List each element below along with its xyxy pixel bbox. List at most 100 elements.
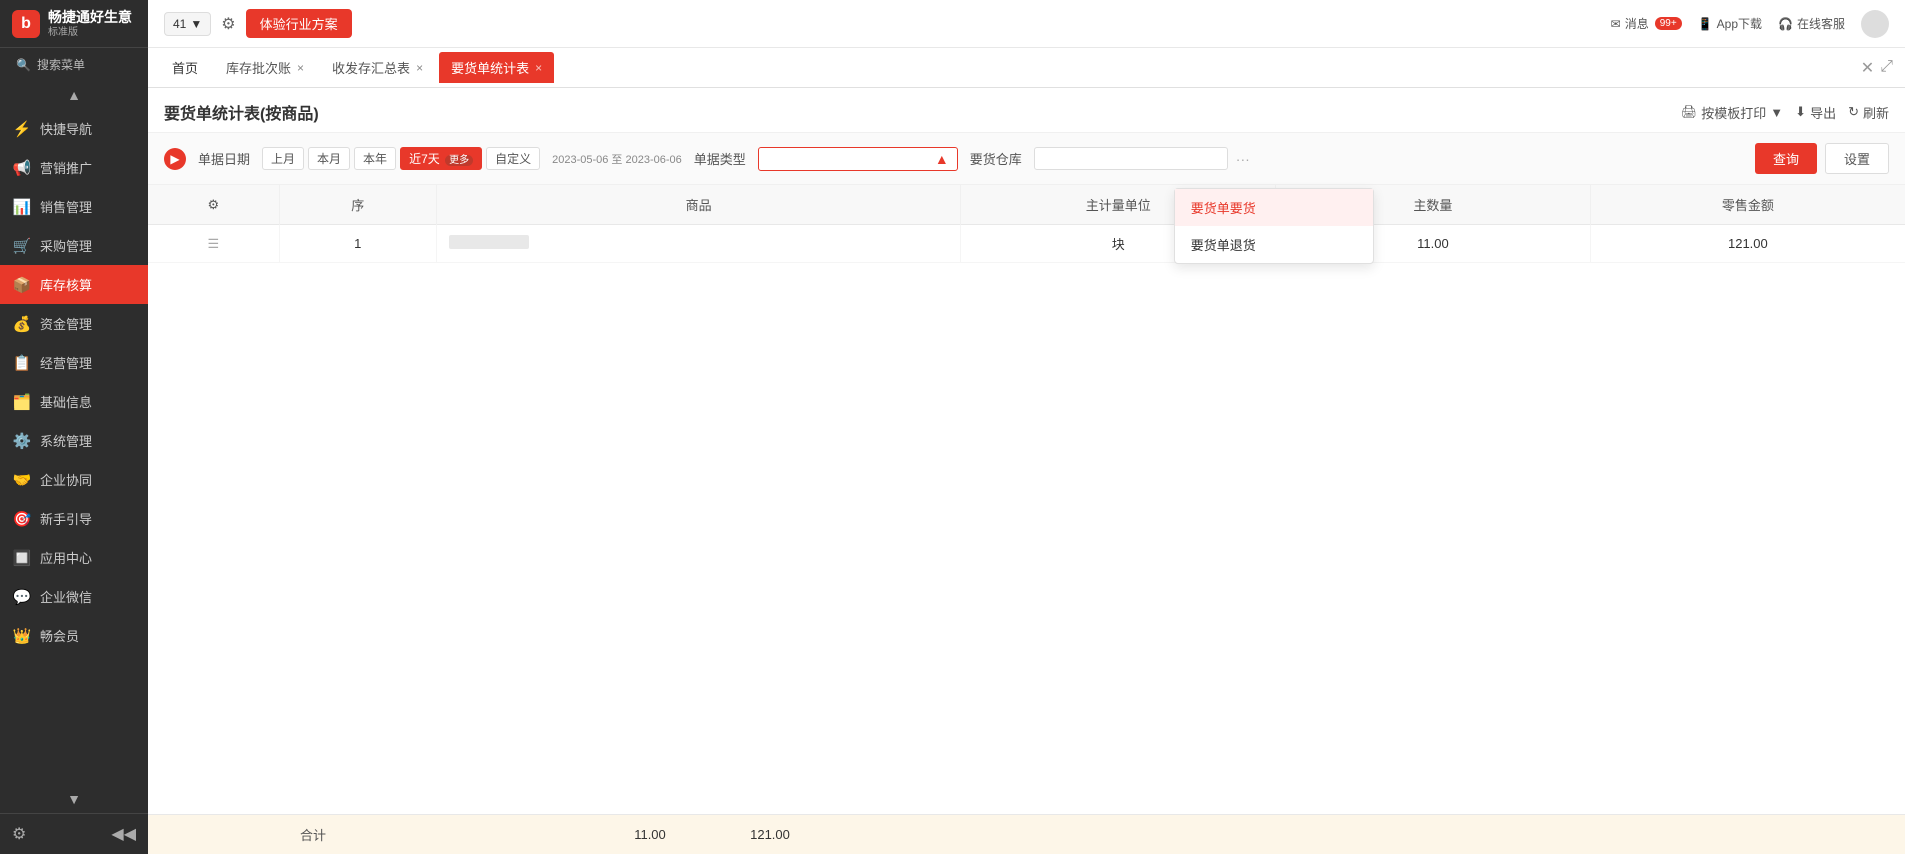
col-header-settings[interactable]: ⚙ <box>148 185 279 225</box>
scroll-up-button[interactable]: ▲ <box>63 83 85 107</box>
topbar: 41 ▼ ⚙ 体验行业方案 ✉ 消息 99+ 📱 App下载 🎧 在线客服 <box>148 0 1905 48</box>
online-service-label: 在线客服 <box>1797 15 1845 32</box>
settings-footer-icon[interactable]: ⚙ <box>12 824 26 844</box>
page-header: 要货单统计表(按商品) 🖨 按模板打印 ▼ ⬇ 导出 ↻ 刷新 <box>148 88 1905 133</box>
sidebar-item-finance[interactable]: 💰 资金管理 <box>0 304 148 343</box>
print-button[interactable]: 🖨 按模板打印 ▼ <box>1681 103 1783 122</box>
query-button[interactable]: 查询 <box>1755 143 1817 174</box>
sidebar-scroll-down[interactable]: ▼ <box>0 785 148 813</box>
print-chevron: ▼ <box>1770 105 1783 120</box>
sidebar-item-label: 应用中心 <box>40 548 136 567</box>
messages-button[interactable]: ✉ 消息 99+ <box>1611 15 1682 32</box>
warehouse-input[interactable] <box>1034 147 1228 170</box>
cell-settings[interactable]: ☰ <box>148 225 279 263</box>
logo-sub-text: 标准版 <box>48 26 132 39</box>
close-all-icon[interactable]: ✕ <box>1861 58 1874 78</box>
sidebar-item-label: 营销推广 <box>40 158 136 177</box>
export-label: 导出 <box>1810 103 1836 122</box>
dropdown-item-requisition[interactable]: 要货单要货 <box>1175 189 1373 226</box>
tab-summary-label: 收发存汇总表 <box>332 58 410 77</box>
sidebar-search[interactable]: 🔍 搜索菜单 <box>0 48 148 81</box>
sidebar-scroll-up[interactable]: ▲ <box>0 81 148 109</box>
export-button[interactable]: ⬇ 导出 <box>1795 103 1836 122</box>
sidebar-item-purchase[interactable]: 🛒 采购管理 <box>0 226 148 265</box>
cell-amount: 121.00 <box>1590 225 1905 263</box>
more-badge: 更多 <box>445 155 473 166</box>
filter-actions: 查询 设置 <box>1755 143 1889 174</box>
sidebar-item-marketing[interactable]: 📢 营销推广 <box>0 148 148 187</box>
date-filter-label: 单据日期 <box>198 149 250 168</box>
enterprise-icon: 🤝 <box>12 471 32 489</box>
date-range-text: 2023-05-06 至 2023-06-06 <box>552 151 682 167</box>
sidebar-item-member[interactable]: 👑 畅会员 <box>0 616 148 655</box>
sidebar-item-enterprise[interactable]: 🤝 企业协同 <box>0 460 148 499</box>
refresh-icon: ↻ <box>1848 104 1859 120</box>
date-this-year[interactable]: 本年 <box>354 147 396 170</box>
tab-batch-close[interactable]: × <box>297 61 304 75</box>
sidebar-item-operation[interactable]: 📋 经营管理 <box>0 343 148 382</box>
messages-label: 消息 <box>1625 15 1649 32</box>
scroll-down-button[interactable]: ▼ <box>63 787 85 811</box>
footer-total-qty: 11.00 <box>590 827 710 842</box>
sidebar-nav: ⚡ 快捷导航 📢 营销推广 📊 销售管理 🛒 采购管理 📦 库存核算 💰 资金管… <box>0 109 148 785</box>
sidebar-item-label: 资金管理 <box>40 314 136 333</box>
cell-seq: 1 <box>279 225 436 263</box>
type-filter-select[interactable]: ​ ▲ 要货单要货 要货单退货 <box>758 147 958 171</box>
tabbar-controls: ✕ ⤢ <box>1861 58 1893 78</box>
logo-icon: b <box>12 10 40 38</box>
sidebar-footer: ⚙ ◀◀ <box>0 813 148 854</box>
sidebar-item-sales[interactable]: 📊 销售管理 <box>0 187 148 226</box>
last7days-label: 近7天 <box>409 152 440 166</box>
topbar-settings-icon[interactable]: ⚙ <box>221 14 235 34</box>
export-icon: ⬇ <box>1795 104 1806 120</box>
sidebar-item-guide[interactable]: 🎯 新手引导 <box>0 499 148 538</box>
more-options-icon[interactable]: ··· <box>1236 151 1250 167</box>
expand-arrow-icon: ▶ <box>170 152 179 166</box>
tab-order-stat-close[interactable]: × <box>535 61 542 75</box>
print-label: 按模板打印 <box>1701 103 1766 122</box>
user-avatar[interactable] <box>1861 10 1889 38</box>
sidebar-item-quick-nav[interactable]: ⚡ 快捷导航 <box>0 109 148 148</box>
tab-summary-close[interactable]: × <box>416 61 423 75</box>
date-this-month[interactable]: 本月 <box>308 147 350 170</box>
online-service-button[interactable]: 🎧 在线客服 <box>1778 15 1845 32</box>
sidebar-item-basic[interactable]: 🗂️ 基础信息 <box>0 382 148 421</box>
tab-batch[interactable]: 库存批次账 × <box>214 52 316 83</box>
sidebar-search-label: 搜索菜单 <box>37 56 85 73</box>
app-download-label: App下载 <box>1717 15 1762 32</box>
expand-icon[interactable]: ⤢ <box>1880 58 1893 78</box>
member-icon: 👑 <box>12 627 32 645</box>
sidebar-item-app-center[interactable]: 🔲 应用中心 <box>0 538 148 577</box>
trial-button[interactable]: 体验行业方案 <box>246 9 352 38</box>
date-custom[interactable]: 自定义 <box>486 147 540 170</box>
org-name: 41 <box>173 17 186 31</box>
filter-expand-button[interactable]: ▶ <box>164 148 186 170</box>
date-last7days[interactable]: 近7天 更多 <box>400 147 482 170</box>
page-actions: 🖨 按模板打印 ▼ ⬇ 导出 ↻ 刷新 <box>1681 103 1889 122</box>
tab-order-stat[interactable]: 要货单统计表 × <box>439 52 554 83</box>
refresh-button[interactable]: ↻ 刷新 <box>1848 103 1889 122</box>
sidebar-item-inventory[interactable]: 📦 库存核算 <box>0 265 148 304</box>
type-dropdown-arrow: ▲ <box>935 151 949 167</box>
sidebar-item-system[interactable]: ⚙️ 系统管理 <box>0 421 148 460</box>
marketing-icon: 📢 <box>12 159 32 177</box>
tab-home[interactable]: 首页 <box>160 52 210 83</box>
warehouse-filter-label: 要货仓库 <box>970 149 1022 168</box>
settings-button[interactable]: 设置 <box>1825 143 1889 174</box>
dropdown-item-return[interactable]: 要货单退货 <box>1175 226 1373 263</box>
sidebar-item-wechat[interactable]: 💬 企业微信 <box>0 577 148 616</box>
footer-total-label: 合计 <box>160 825 590 844</box>
org-selector[interactable]: 41 ▼ <box>164 12 211 36</box>
tabbar: 首页 库存批次账 × 收发存汇总表 × 要货单统计表 × ✕ ⤢ <box>148 48 1905 88</box>
topbar-left: 41 ▼ ⚙ 体验行业方案 <box>164 9 1611 38</box>
page-content: 要货单统计表(按商品) 🖨 按模板打印 ▼ ⬇ 导出 ↻ 刷新 <box>148 88 1905 854</box>
table-header-row: ⚙ 序 商品 主计量单位 主数量 零售金额 <box>148 185 1905 225</box>
sidebar-collapse-button[interactable]: ◀◀ <box>111 824 136 844</box>
date-last-month[interactable]: 上月 <box>262 147 304 170</box>
cell-product <box>436 225 960 263</box>
filter-bar: ▶ 单据日期 上月 本月 本年 近7天 更多 自定义 2023-05-06 至 … <box>148 133 1905 185</box>
tab-summary[interactable]: 收发存汇总表 × <box>320 52 435 83</box>
app-download-button[interactable]: 📱 App下载 <box>1698 15 1762 32</box>
sidebar-item-label: 快捷导航 <box>40 119 136 138</box>
tab-order-stat-label: 要货单统计表 <box>451 58 529 77</box>
